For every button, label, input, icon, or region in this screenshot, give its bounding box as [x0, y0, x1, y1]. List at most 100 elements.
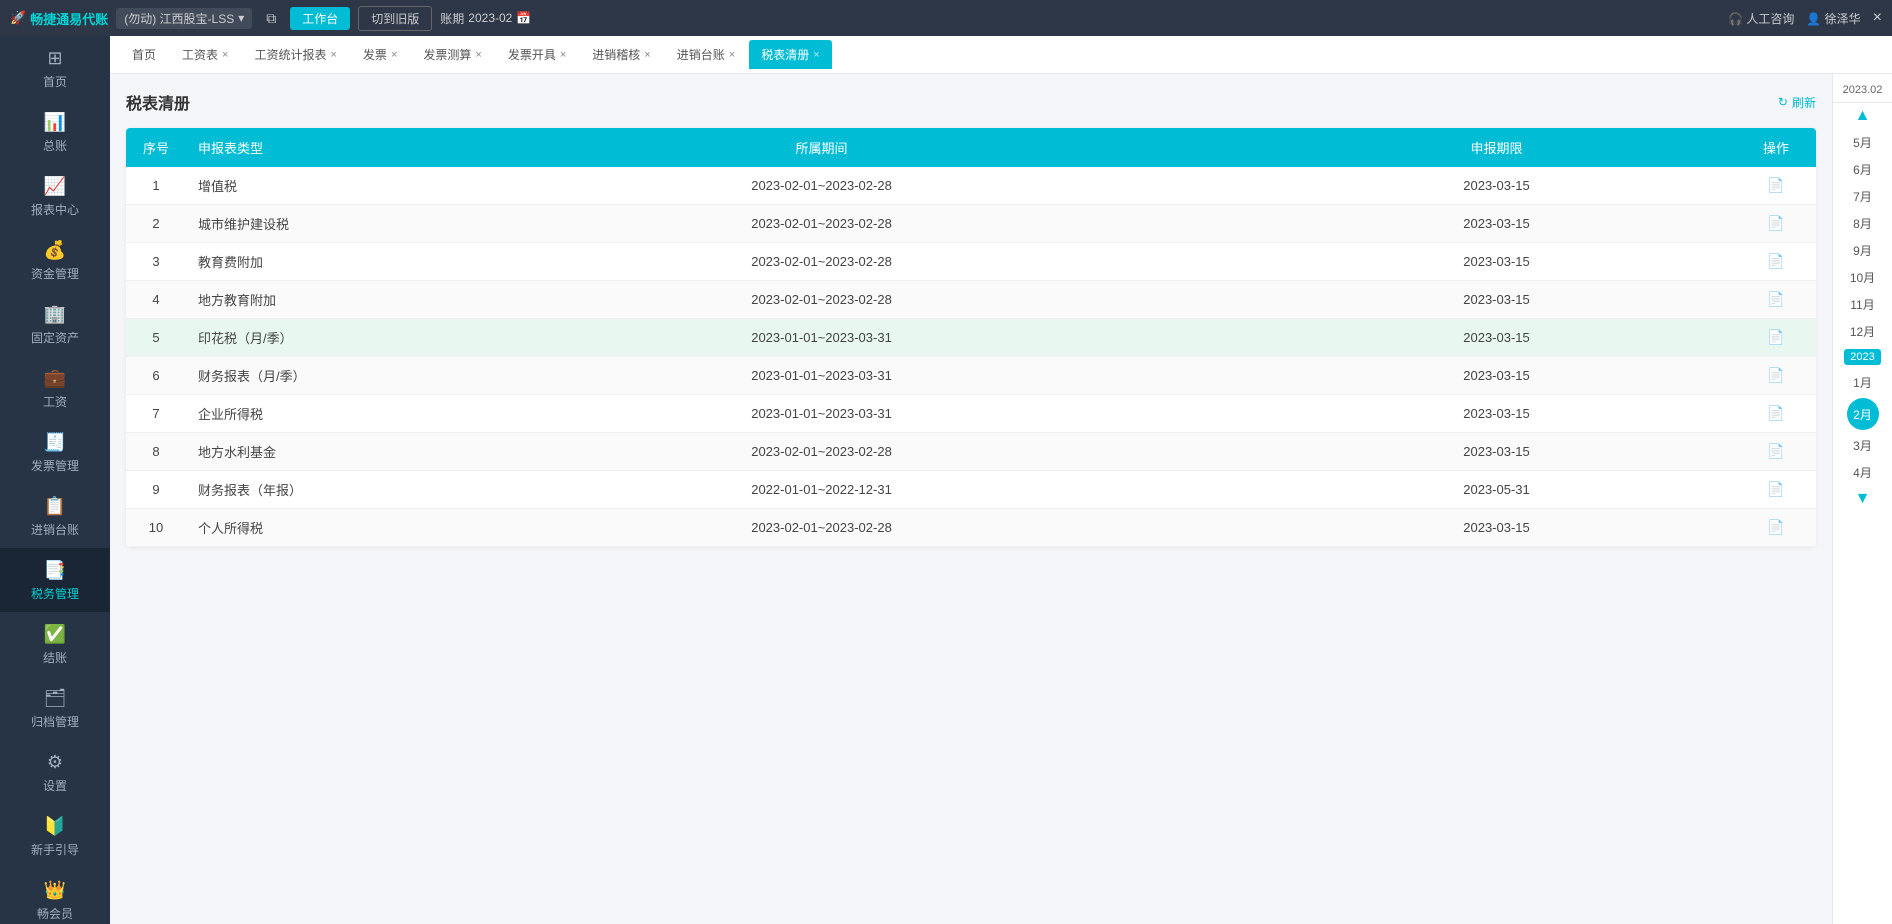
newbie-guide-icon: 🔰: [44, 816, 66, 837]
cell-action: 📄: [1736, 205, 1816, 243]
cell-no: 5: [126, 319, 186, 357]
tab-salary-table[interactable]: 工资表 ×: [170, 40, 240, 69]
sidebar-item-purchase-sales[interactable]: 📋 进销台账: [0, 484, 110, 548]
sidebar-item-tax-mgmt[interactable]: 📑 税务管理: [0, 548, 110, 612]
tab-salary-stats[interactable]: 工资统计报表×: [242, 40, 348, 69]
sidebar-item-salary[interactable]: 💼 工资: [0, 356, 110, 420]
copy-icon[interactable]: ⧉: [260, 8, 282, 29]
user-profile[interactable]: 👤 徐泽华: [1806, 10, 1860, 27]
cell-action: 📄: [1736, 433, 1816, 471]
table-row: 8 地方水利基金 2023-02-01~2023-02-28 2023-03-1…: [126, 433, 1816, 471]
cell-period: 2023-01-01~2023-03-31: [386, 395, 1257, 433]
sidebar-label-archive: 归档管理: [31, 713, 79, 730]
sidebar-label-tax-mgmt: 税务管理: [31, 585, 79, 602]
archive-icon: 🗂: [44, 688, 67, 709]
action-icon[interactable]: 📄: [1767, 519, 1784, 535]
member-icon: 👑: [44, 880, 66, 901]
action-icon[interactable]: 📄: [1767, 177, 1784, 193]
action-icon[interactable]: 📄: [1767, 329, 1784, 345]
action-icon[interactable]: 📄: [1767, 253, 1784, 269]
action-icon[interactable]: 📄: [1767, 291, 1784, 307]
refresh-button[interactable]: ↻ 刷新: [1778, 94, 1816, 111]
company-selector[interactable]: (勿动) 江西股宝-LSS ▾: [116, 8, 252, 29]
sidebar-item-settings[interactable]: ⚙ 设置: [0, 740, 110, 804]
sidebar-item-invoice-mgmt[interactable]: 🧾 发票管理: [0, 420, 110, 484]
month-item[interactable]: 10月: [1850, 264, 1875, 291]
sidebar-item-fixed-assets[interactable]: 🏢 固定资产: [0, 292, 110, 356]
tab-bar: 首页工资表×工资统计报表×发票×发票测算×发票开具×进销稽核×进销台账×税表清册…: [110, 36, 1892, 74]
tab-close-invoice-open[interactable]: ×: [560, 49, 566, 61]
sidebar-label-fund-mgmt: 资金管理: [31, 265, 79, 282]
calendar-icon[interactable]: 📅: [516, 11, 531, 25]
tab-close-purchase-ledger[interactable]: ×: [729, 49, 735, 61]
tab-purchase-ledger[interactable]: 进销台账×: [665, 40, 747, 69]
tab-invoice[interactable]: 发票×: [351, 40, 409, 69]
col-deadline: 申报期限: [1257, 128, 1736, 167]
month-item[interactable]: 9月: [1850, 237, 1875, 264]
cell-type: 财务报表（月/季）: [186, 357, 386, 395]
period-label: 账期: [440, 10, 464, 27]
sidebar-label-member: 畅会员: [37, 905, 73, 922]
sidebar-item-member[interactable]: 👑 畅会员: [0, 868, 110, 924]
action-icon[interactable]: 📄: [1767, 367, 1784, 383]
month-item[interactable]: 6月: [1850, 156, 1875, 183]
app-logo: 🚀 畅捷通易代账: [10, 9, 108, 28]
home-icon: ⊞: [47, 48, 62, 69]
tab-close-invoice-calc[interactable]: ×: [475, 49, 481, 61]
cell-type: 城市维护建设税: [186, 205, 386, 243]
tab-label-invoice-calc: 发票测算: [423, 46, 471, 63]
month-item[interactable]: 5月: [1850, 129, 1875, 156]
month-item[interactable]: 12月: [1850, 318, 1875, 345]
close-icon[interactable]: ×: [1873, 9, 1882, 27]
cell-deadline: 2023-03-15: [1257, 357, 1736, 395]
sidebar-item-archive[interactable]: 🗂 归档管理: [0, 676, 110, 740]
month-item[interactable]: 1月: [1847, 369, 1879, 396]
tax-mgmt-icon: 📑: [44, 560, 66, 581]
cell-deadline: 2023-03-15: [1257, 167, 1736, 205]
month-item[interactable]: 8月: [1850, 210, 1875, 237]
sidebar-item-report-center[interactable]: 📈 报表中心: [0, 164, 110, 228]
workbench-button[interactable]: 工作台: [290, 7, 350, 30]
tab-close-salary-table[interactable]: ×: [222, 49, 228, 61]
sidebar-item-fund-mgmt[interactable]: 💰 资金管理: [0, 228, 110, 292]
tab-close-tax-register[interactable]: ×: [813, 49, 819, 61]
page-title: 税表清册: [126, 90, 190, 114]
tab-tax-register[interactable]: 税表清册 ×: [749, 40, 831, 69]
cell-type: 地方水利基金: [186, 433, 386, 471]
action-icon[interactable]: 📄: [1767, 481, 1784, 497]
action-icon[interactable]: 📄: [1767, 443, 1784, 459]
sidebar-label-newbie-guide: 新手引导: [31, 841, 79, 858]
tab-label-salary-table: 工资表: [182, 46, 218, 63]
sidebar-item-general-ledger[interactable]: 📊 总账: [0, 100, 110, 164]
cell-action: 📄: [1736, 243, 1816, 281]
tab-close-salary-stats[interactable]: ×: [330, 49, 336, 61]
year-badge[interactable]: 2023: [1844, 349, 1880, 365]
tab-close-invoice[interactable]: ×: [391, 49, 397, 61]
sidebar: ⊞ 首页 📊 总账 📈 报表中心 💰 资金管理 🏢 固定资产 💼 工资 🧾 发票…: [0, 36, 110, 924]
tab-close-purchase-check[interactable]: ×: [644, 49, 650, 61]
month-item[interactable]: 2月: [1847, 398, 1879, 430]
oldview-button[interactable]: 切到旧版: [358, 6, 432, 31]
month-item[interactable]: 3月: [1847, 432, 1879, 459]
action-icon[interactable]: 📄: [1767, 215, 1784, 231]
sidebar-item-newbie-guide[interactable]: 🔰 新手引导: [0, 804, 110, 868]
scroll-down-button[interactable]: ▼: [1833, 486, 1892, 512]
tab-purchase-check[interactable]: 进销稽核×: [580, 40, 662, 69]
cell-deadline: 2023-03-15: [1257, 433, 1736, 471]
avatar-icon: 👤: [1806, 12, 1821, 26]
sidebar-item-home[interactable]: ⊞ 首页: [0, 36, 110, 100]
tab-invoice-calc[interactable]: 发票测算 ×: [411, 40, 493, 69]
action-icon[interactable]: 📄: [1767, 405, 1784, 421]
sidebar-item-reconcile[interactable]: ✅ 结账: [0, 612, 110, 676]
cell-no: 10: [126, 509, 186, 547]
header-right-actions: 🎧 人工咨询 👤 徐泽华 ×: [1728, 9, 1882, 27]
month-item[interactable]: 4月: [1847, 459, 1879, 486]
month-item[interactable]: 11月: [1850, 291, 1875, 318]
tab-invoice-open[interactable]: 发票开具×: [496, 40, 578, 69]
customer-service[interactable]: 🎧 人工咨询: [1728, 10, 1794, 27]
tab-label-tax-register: 税表清册: [761, 46, 809, 63]
scroll-up-button[interactable]: ▲: [1833, 103, 1892, 129]
tab-home[interactable]: 首页: [120, 40, 168, 69]
month-item[interactable]: 7月: [1850, 183, 1875, 210]
cell-no: 2: [126, 205, 186, 243]
